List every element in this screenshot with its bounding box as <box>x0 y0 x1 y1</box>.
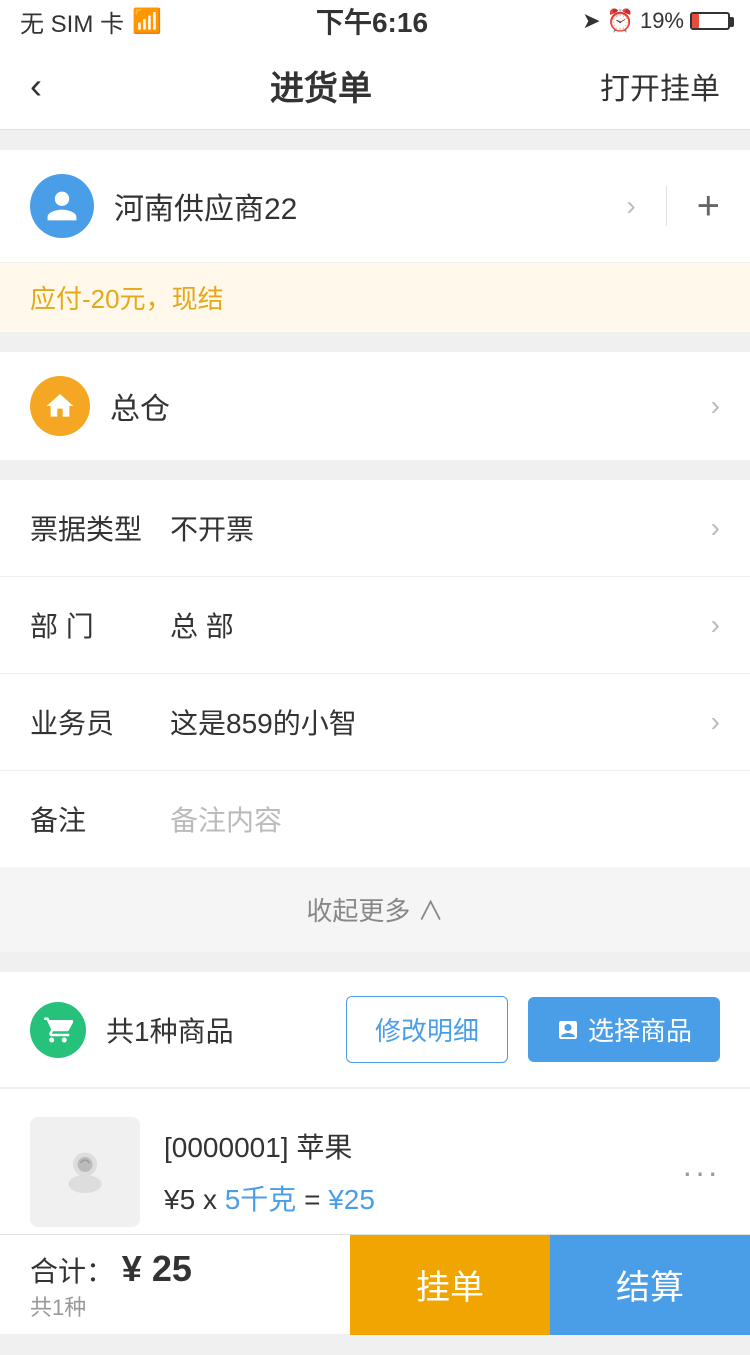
department-chevron-icon: › <box>711 609 720 641</box>
warehouse-section: 总仓 › <box>0 352 750 460</box>
carrier-label: 无 SIM 卡 <box>20 4 124 39</box>
warehouse-name: 总仓 <box>110 384 711 428</box>
remark-input[interactable]: 备注内容 <box>150 799 720 839</box>
warehouse-icon <box>30 376 90 436</box>
divider-2 <box>0 332 750 352</box>
select-product-button[interactable]: 选择商品 <box>528 997 720 1062</box>
status-right: ➤ ⏰ 19% <box>582 8 730 34</box>
warehouse-row[interactable]: 总仓 › <box>0 352 750 460</box>
product-info: [0000001] 苹果 ¥5 x 5千克 = ¥25 <box>164 1126 658 1218</box>
form-row-remark[interactable]: 备注 备注内容 <box>0 771 750 867</box>
product-icon <box>30 1002 86 1058</box>
department-label: 部 门 <box>30 605 150 645</box>
edit-detail-button[interactable]: 修改明细 <box>346 996 508 1063</box>
product-count-label: 共1种商品 <box>106 1010 326 1050</box>
product-price: ¥5 x 5千克 = ¥25 <box>164 1178 658 1218</box>
alarm-icon: ⏰ <box>607 8 634 34</box>
time-label: 下午6:16 <box>316 1 428 41</box>
select-product-icon <box>556 1018 580 1042</box>
quantity-value: 5千克 <box>225 1184 297 1215</box>
footer-total: 合计： ¥ 25 共1种 <box>0 1248 350 1322</box>
salesperson-chevron-icon: › <box>711 706 720 738</box>
salesperson-label: 业务员 <box>30 702 150 742</box>
supplier-name: 河南供应商22 <box>114 184 626 228</box>
supplier-section: 河南供应商22 › + 应付-20元，现结 <box>0 150 750 332</box>
more-button[interactable]: ··· <box>682 1154 720 1191</box>
product-item: [0000001] 苹果 ¥5 x 5千克 = ¥25 ··· <box>0 1089 750 1255</box>
product-placeholder-icon <box>55 1142 115 1202</box>
equals-symbol: = <box>304 1184 328 1215</box>
checkout-button[interactable]: 结算 <box>550 1235 750 1335</box>
warehouse-chevron-icon: › <box>711 390 720 422</box>
location-icon: ➤ <box>582 8 600 34</box>
price-unit: ¥5 <box>164 1184 195 1215</box>
nav-bar: ‹ 进货单 打开挂单 <box>0 42 750 130</box>
product-thumbnail <box>30 1117 140 1227</box>
total-count: 共1种 <box>30 1290 320 1322</box>
status-bar: 无 SIM 卡 📶 下午6:16 ➤ ⏰ 19% <box>0 0 750 42</box>
form-row-invoice[interactable]: 票据类型 不开票 › <box>0 480 750 577</box>
invoice-label: 票据类型 <box>30 508 150 548</box>
product-name: [0000001] 苹果 <box>164 1126 658 1166</box>
collapse-bar[interactable]: 收起更多 ∧ <box>0 867 750 952</box>
supplier-avatar <box>30 174 94 238</box>
status-left: 无 SIM 卡 📶 <box>20 4 162 39</box>
invoice-value: 不开票 <box>150 508 711 548</box>
hold-button[interactable]: 挂单 <box>350 1235 550 1335</box>
divider-3 <box>0 952 750 972</box>
page-title: 进货单 <box>270 61 372 110</box>
invoice-chevron-icon: › <box>711 512 720 544</box>
person-icon <box>44 188 80 224</box>
cart-icon <box>43 1015 73 1045</box>
battery-percentage: 19% <box>640 8 684 34</box>
supplier-vertical-divider <box>666 186 667 226</box>
back-button[interactable]: ‹ <box>30 65 42 107</box>
add-supplier-button[interactable]: + <box>697 184 720 229</box>
remark-label: 备注 <box>30 799 150 839</box>
total-price: ¥25 <box>328 1184 375 1215</box>
supplier-chevron-icon: › <box>626 190 635 222</box>
total-label: 合计： <box>30 1256 114 1287</box>
wifi-icon: 📶 <box>132 7 162 36</box>
select-product-label: 选择商品 <box>588 1011 692 1048</box>
footer: 合计： ¥ 25 共1种 挂单 结算 <box>0 1234 750 1334</box>
form-row-salesperson[interactable]: 业务员 这是859的小智 › <box>0 674 750 771</box>
form-section: 票据类型 不开票 › 部 门 总 部 › 业务员 这是859的小智 › 备注 备… <box>0 480 750 867</box>
open-hold-button[interactable]: 打开挂单 <box>600 64 720 108</box>
multiply-symbol: x <box>203 1184 225 1215</box>
salesperson-value: 这是859的小智 <box>150 702 711 742</box>
battery-icon <box>690 12 730 30</box>
total-amount: ¥ 25 <box>122 1248 192 1289</box>
product-header: 共1种商品 修改明细 选择商品 <box>0 972 750 1087</box>
department-value: 总 部 <box>150 605 711 645</box>
home-icon <box>44 390 76 422</box>
form-row-department[interactable]: 部 门 总 部 › <box>0 577 750 674</box>
divider-1 <box>0 130 750 150</box>
notice-bar: 应付-20元，现结 <box>0 263 750 332</box>
supplier-row[interactable]: 河南供应商22 › + <box>0 150 750 263</box>
